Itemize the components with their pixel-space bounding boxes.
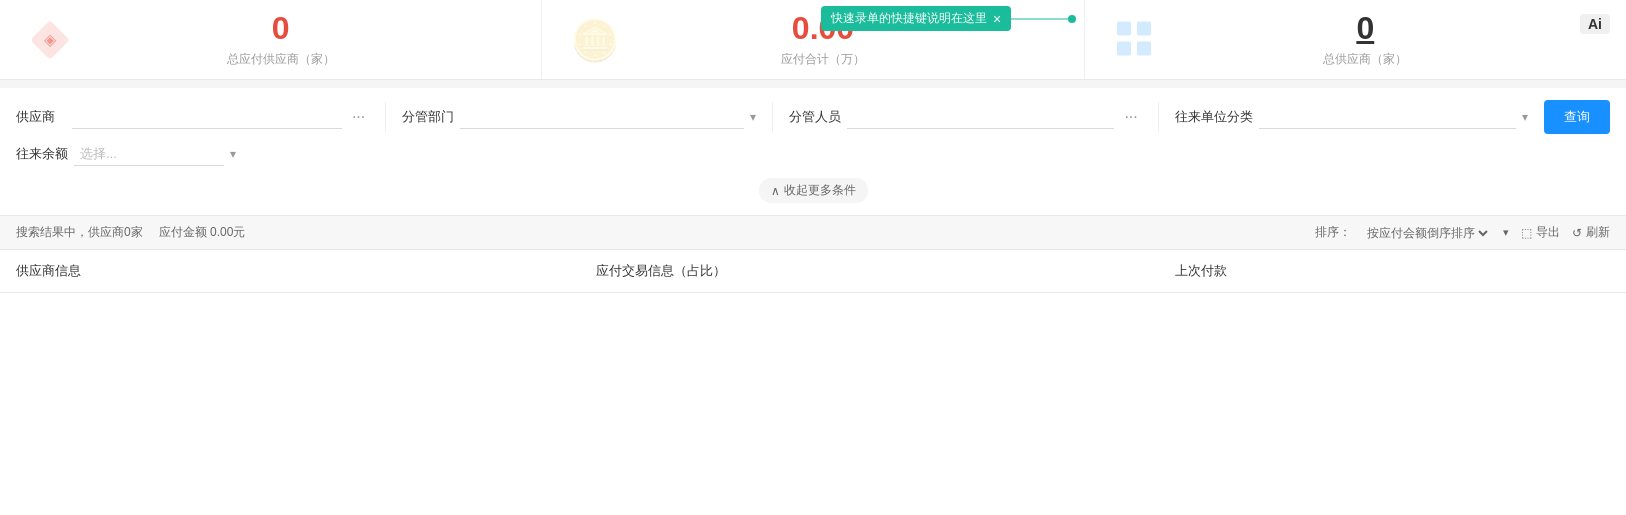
collapse-btn[interactable]: ∧ 收起更多条件 bbox=[759, 178, 868, 203]
stat-label-payable-total: 应付合计（万） bbox=[781, 51, 865, 68]
filter-area: 供应商 ··· 分管部门 ▾ 分管人员 ··· 往来单位分类 ▾ 查询 bbox=[0, 88, 1626, 216]
results-summary: 搜索结果中，供应商0家 应付金额 0.00元 bbox=[16, 224, 245, 241]
building-icon bbox=[1113, 17, 1155, 62]
collapse-label: 收起更多条件 bbox=[784, 182, 856, 199]
stat-number-payable-suppliers: 0 bbox=[272, 11, 290, 46]
diamond-icon: ◈ bbox=[28, 18, 72, 62]
refresh-label: 刷新 bbox=[1586, 224, 1610, 241]
divider-2 bbox=[772, 102, 773, 132]
coin-icon: 🪙 bbox=[570, 16, 620, 63]
results-suppliers-count: 搜索结果中，供应商0家 bbox=[16, 224, 143, 241]
stat-number-total-suppliers: 0 bbox=[1356, 11, 1374, 46]
supplier-input[interactable] bbox=[72, 105, 342, 129]
stat-label-total-suppliers: 总供应商（家） bbox=[1323, 51, 1407, 68]
col-header-supplier: 供应商信息 bbox=[16, 262, 596, 280]
filter-balance: 往来余额 选择... ▾ bbox=[16, 142, 236, 166]
table-body bbox=[0, 293, 1626, 515]
tooltip-close-btn[interactable]: × bbox=[993, 12, 1001, 26]
filter-person: 分管人员 ··· bbox=[789, 105, 1142, 129]
ai-badge[interactable]: Ai bbox=[1580, 14, 1610, 34]
collapse-section: ∧ 收起更多条件 bbox=[16, 174, 1610, 207]
export-btn[interactable]: ⬚ 导出 bbox=[1521, 224, 1560, 241]
divider-1 bbox=[385, 102, 386, 132]
stat-total-payable-suppliers: ◈ 0 总应付供应商（家） bbox=[0, 0, 542, 79]
department-input[interactable] bbox=[460, 105, 743, 129]
sort-label: 排序： bbox=[1315, 224, 1351, 241]
filter-supplier: 供应商 ··· bbox=[16, 105, 369, 129]
tooltip-bar: 快速录单的快捷键说明在这里 × bbox=[821, 6, 1011, 31]
supplier-label: 供应商 bbox=[16, 108, 66, 126]
col-header-transaction: 应付交易信息（占比） bbox=[596, 262, 1176, 280]
filter-department: 分管部门 ▾ bbox=[402, 105, 755, 129]
stat-label-payable-suppliers: 总应付供应商（家） bbox=[227, 51, 335, 68]
export-icon: ⬚ bbox=[1521, 226, 1532, 240]
filter-row-1: 供应商 ··· 分管部门 ▾ 分管人员 ··· 往来单位分类 ▾ 查询 bbox=[16, 100, 1610, 134]
divider-3 bbox=[1158, 102, 1159, 132]
unit-class-chevron-icon[interactable]: ▾ bbox=[1522, 110, 1528, 124]
unit-class-input[interactable] bbox=[1259, 105, 1516, 129]
balance-select[interactable]: 选择... bbox=[74, 142, 224, 166]
stat-payable-total: 🪙 快速录单的快捷键说明在这里 × 0.00 应付合计（万） bbox=[542, 0, 1084, 79]
refresh-icon: ↺ bbox=[1572, 226, 1582, 240]
svg-rect-3 bbox=[1137, 21, 1151, 35]
balance-label: 往来余额 bbox=[16, 145, 68, 163]
svg-rect-5 bbox=[1137, 41, 1151, 55]
sort-chevron-icon[interactable]: ▾ bbox=[1503, 226, 1509, 239]
tooltip-text: 快速录单的快捷键说明在这里 bbox=[831, 10, 987, 27]
stats-bar: ◈ 0 总应付供应商（家） 🪙 快速录单的快捷键说明在这里 × 0.00 应付合… bbox=[0, 0, 1626, 80]
query-button[interactable]: 查询 bbox=[1544, 100, 1610, 134]
person-label: 分管人员 bbox=[789, 108, 841, 126]
person-input[interactable] bbox=[847, 105, 1115, 129]
results-actions: 排序： 按应付会额倒序排序 ▾ ⬚ 导出 ↺ 刷新 bbox=[1315, 224, 1610, 241]
svg-rect-2 bbox=[1117, 21, 1131, 35]
sort-select[interactable]: 按应付会额倒序排序 bbox=[1363, 225, 1491, 241]
svg-rect-4 bbox=[1117, 41, 1131, 55]
collapse-arrow-icon: ∧ bbox=[771, 184, 780, 198]
export-label: 导出 bbox=[1536, 224, 1560, 241]
unit-class-label: 往来单位分类 bbox=[1175, 108, 1253, 126]
department-label: 分管部门 bbox=[402, 108, 454, 126]
balance-chevron-icon[interactable]: ▾ bbox=[230, 147, 236, 161]
filter-unit-class: 往来单位分类 ▾ bbox=[1175, 105, 1528, 129]
supplier-more-btn[interactable]: ··· bbox=[348, 108, 369, 126]
table-header: 供应商信息 应付交易信息（占比） 上次付款 bbox=[0, 250, 1626, 293]
person-more-btn[interactable]: ··· bbox=[1120, 108, 1141, 126]
refresh-btn[interactable]: ↺ 刷新 bbox=[1572, 224, 1610, 241]
filter-row-2: 往来余额 选择... ▾ bbox=[16, 142, 1610, 166]
results-amount: 应付金额 0.00元 bbox=[159, 224, 246, 241]
department-chevron-icon[interactable]: ▾ bbox=[750, 110, 756, 124]
col-header-lastpay: 上次付款 bbox=[1175, 262, 1610, 280]
tooltip-dot bbox=[1068, 15, 1076, 23]
stat-total-suppliers: 0 总供应商（家） Ai bbox=[1085, 0, 1626, 79]
results-bar: 搜索结果中，供应商0家 应付金额 0.00元 排序： 按应付会额倒序排序 ▾ ⬚… bbox=[0, 216, 1626, 250]
svg-text:◈: ◈ bbox=[44, 31, 57, 48]
